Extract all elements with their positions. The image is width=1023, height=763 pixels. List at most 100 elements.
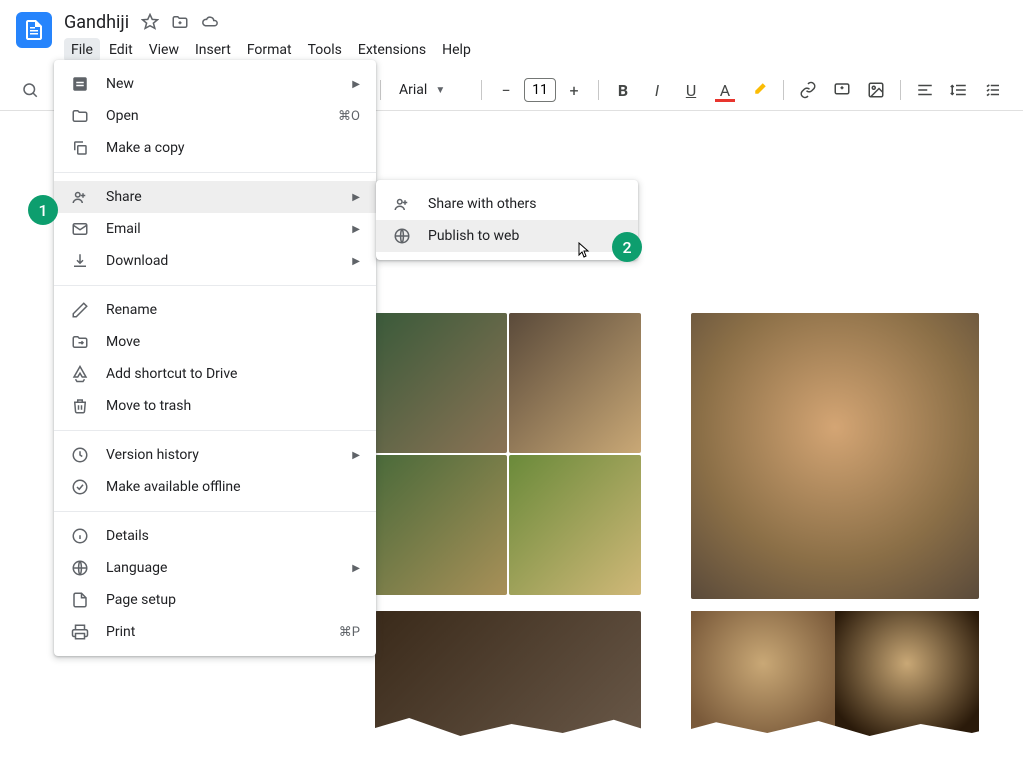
menu-label: New	[106, 76, 328, 92]
cloud-icon[interactable]	[201, 13, 219, 31]
menu-item-download[interactable]: Download ▶	[54, 245, 376, 277]
increase-font-button[interactable]: +	[560, 76, 588, 104]
menu-help[interactable]: Help	[435, 38, 478, 62]
docs-logo[interactable]	[16, 12, 52, 48]
share-icon	[392, 194, 412, 214]
checklist-button[interactable]	[979, 76, 1007, 104]
menu-item-add-shortcut[interactable]: Add shortcut to Drive	[54, 358, 376, 390]
menu-insert[interactable]: Insert	[188, 38, 238, 62]
italic-button[interactable]: I	[643, 76, 671, 104]
info-icon	[70, 526, 90, 546]
menu-extensions[interactable]: Extensions	[351, 38, 433, 62]
font-label: Arial	[399, 82, 427, 98]
submenu-label: Share with others	[428, 196, 622, 212]
chevron-right-icon: ▶	[352, 563, 360, 574]
font-size-input[interactable]	[524, 78, 556, 102]
menu-tools[interactable]: Tools	[301, 38, 349, 62]
menu-item-share[interactable]: Share ▶	[54, 181, 376, 213]
menu-item-trash[interactable]: Move to trash	[54, 390, 376, 422]
menu-label: Email	[106, 221, 328, 237]
document-title[interactable]: Gandhiji	[64, 12, 129, 33]
email-icon	[70, 219, 90, 239]
globe-icon	[392, 226, 412, 246]
menu-item-offline[interactable]: Make available offline	[54, 471, 376, 503]
align-button[interactable]	[911, 76, 939, 104]
chevron-right-icon: ▶	[352, 224, 360, 235]
document-image[interactable]	[509, 455, 641, 595]
menu-label: Make a copy	[106, 140, 360, 156]
submenu-label: Publish to web	[428, 228, 622, 244]
menu-bar: File Edit View Insert Format Tools Exten…	[64, 38, 1007, 62]
menu-label: Make available offline	[106, 479, 360, 495]
star-icon[interactable]	[141, 13, 159, 31]
menu-file[interactable]: File	[64, 38, 100, 62]
line-spacing-button[interactable]	[945, 76, 973, 104]
annotation-badge-1: 1	[28, 195, 58, 225]
copy-icon	[70, 138, 90, 158]
highlight-button[interactable]	[745, 76, 773, 104]
menu-label: Download	[106, 253, 328, 269]
menu-label: Open	[106, 108, 322, 124]
menu-item-new[interactable]: New ▶	[54, 68, 376, 100]
image-button[interactable]	[862, 76, 890, 104]
menu-label: Share	[106, 189, 328, 205]
shortcut-label: ⌘P	[339, 625, 360, 640]
trash-icon	[70, 396, 90, 416]
image-grid-row	[375, 313, 979, 599]
submenu-item-publish-web[interactable]: Publish to web	[376, 220, 638, 252]
chevron-down-icon: ▼	[435, 85, 445, 96]
menu-item-page-setup[interactable]: Page setup	[54, 584, 376, 616]
share-submenu: Share with others Publish to web	[376, 180, 638, 260]
menu-view[interactable]: View	[142, 38, 186, 62]
menu-item-rename[interactable]: Rename	[54, 294, 376, 326]
document-image[interactable]	[375, 313, 507, 453]
bold-button[interactable]: B	[609, 76, 637, 104]
comment-button[interactable]	[828, 76, 856, 104]
underline-button[interactable]: U	[677, 76, 705, 104]
image-grid-2x2	[375, 313, 641, 599]
menu-item-language[interactable]: Language ▶	[54, 552, 376, 584]
rename-icon	[70, 300, 90, 320]
chevron-right-icon: ▶	[352, 256, 360, 267]
document-image-large[interactable]	[691, 313, 979, 599]
menu-label: Move	[106, 334, 360, 350]
menu-item-email[interactable]: Email ▶	[54, 213, 376, 245]
page-icon	[70, 590, 90, 610]
separator	[54, 511, 376, 512]
menu-item-make-copy[interactable]: Make a copy	[54, 132, 376, 164]
link-button[interactable]	[794, 76, 822, 104]
history-icon	[70, 445, 90, 465]
chevron-right-icon: ▶	[352, 79, 360, 90]
menu-item-open[interactable]: Open ⌘O	[54, 100, 376, 132]
menu-format[interactable]: Format	[240, 38, 299, 62]
menu-label: Version history	[106, 447, 328, 463]
submenu-item-share-others[interactable]: Share with others	[376, 188, 638, 220]
document-image[interactable]	[509, 313, 641, 453]
separator	[900, 80, 901, 100]
font-select[interactable]: Arial ▼	[391, 78, 471, 102]
cursor-pointer-icon	[574, 242, 590, 260]
font-size-control: − +	[492, 76, 588, 104]
decrease-font-button[interactable]: −	[492, 76, 520, 104]
file-dropdown-menu: New ▶ Open ⌘O Make a copy Share ▶ Email …	[54, 60, 376, 656]
document-icon	[70, 74, 90, 94]
move-folder-icon[interactable]	[171, 13, 189, 31]
text-color-button[interactable]: A	[711, 76, 739, 104]
separator	[54, 172, 376, 173]
separator	[783, 80, 784, 100]
title-area: Gandhiji File Edit View Insert Format To…	[64, 8, 1007, 62]
share-icon	[70, 187, 90, 207]
menu-edit[interactable]: Edit	[102, 38, 140, 62]
print-icon	[70, 622, 90, 642]
menu-label: Page setup	[106, 592, 360, 608]
move-icon	[70, 332, 90, 352]
menu-item-version-history[interactable]: Version history ▶	[54, 439, 376, 471]
menu-item-print[interactable]: Print ⌘P	[54, 616, 376, 648]
document-image[interactable]	[375, 455, 507, 595]
menu-label: Language	[106, 560, 328, 576]
separator	[54, 430, 376, 431]
search-button[interactable]	[16, 76, 44, 104]
menu-item-move[interactable]: Move	[54, 326, 376, 358]
download-icon	[70, 251, 90, 271]
menu-item-details[interactable]: Details	[54, 520, 376, 552]
